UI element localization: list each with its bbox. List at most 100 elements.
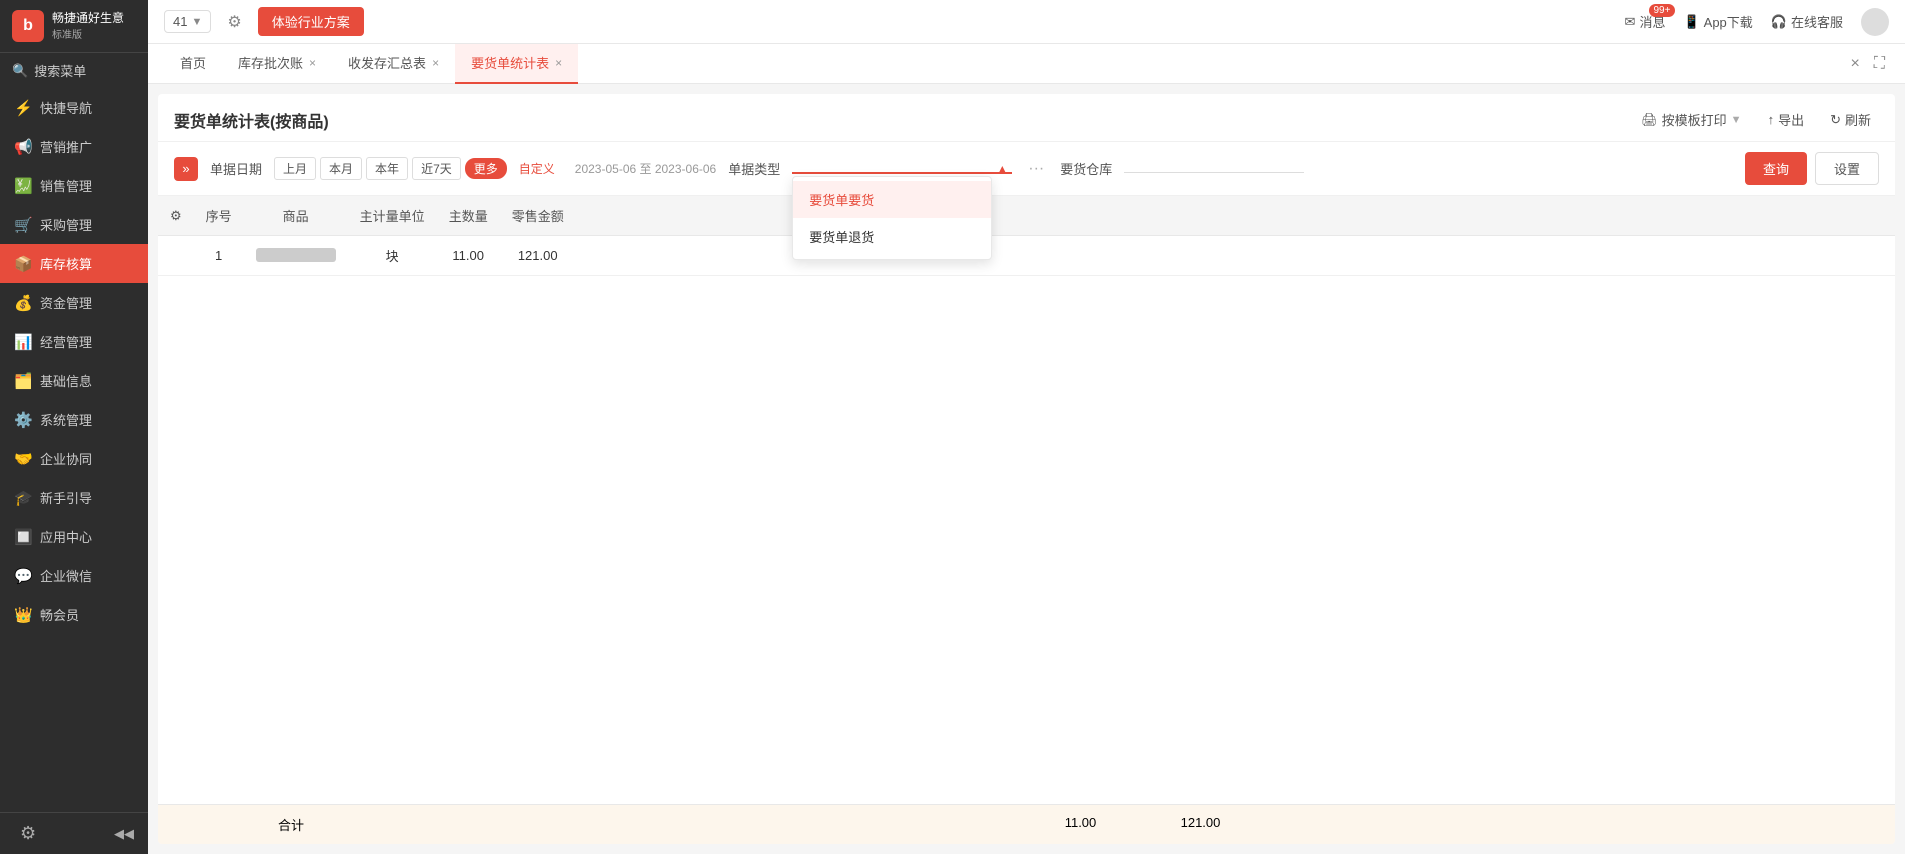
date-shortcuts: 上月 本月 本年 近7天 更多 自定义: [274, 157, 563, 180]
main-area: 41 ▼ ⚙ 体验行业方案 ✉ 消息 99+ 📱 App下载 🎧 在线客服 首页: [148, 0, 1905, 854]
sales-icon: 💹: [14, 177, 32, 195]
footer-total-label: 合计: [278, 818, 304, 833]
table-footer: 合计 11.00 121.00: [158, 804, 1895, 844]
sidebar-label: 应用中心: [40, 527, 92, 546]
tab-home[interactable]: 首页: [164, 44, 222, 84]
purchase-icon: 🛒: [14, 216, 32, 234]
sidebar-item-basic[interactable]: 🗂️ 基础信息: [0, 361, 148, 400]
tab-batch-account-label: 库存批次账: [238, 53, 303, 72]
sidebar-item-quick-nav[interactable]: ⚡ 快捷导航: [0, 88, 148, 127]
footer-amount: 121.00: [1141, 815, 1261, 834]
app-download-label: App下载: [1704, 12, 1753, 31]
sidebar-label: 营销推广: [40, 137, 92, 156]
logo-sub: 标准版: [52, 26, 124, 41]
inventory-icon: 📦: [14, 255, 32, 273]
store-dropdown-icon: ▼: [191, 16, 202, 28]
footer-row: 合计 11.00 121.00: [170, 815, 1883, 834]
message-icon: ✉: [1625, 14, 1636, 30]
this-month-button[interactable]: 本月: [320, 157, 362, 180]
dropdown-item-order-return[interactable]: 要货单退货: [793, 218, 991, 255]
last7days-button[interactable]: 近7天: [412, 157, 461, 180]
cell-settings: [158, 236, 194, 276]
page-inner: 要货单统计表(按商品) 🖨 按模板打印 ▼ ↑ 导出 ↻ 刷新: [158, 94, 1895, 844]
tab-receive-summary-close[interactable]: ×: [432, 56, 439, 70]
system-icon: ⚙️: [14, 411, 32, 429]
sidebar-item-purchase[interactable]: 🛒 采购管理: [0, 205, 148, 244]
tab-order-summary-close[interactable]: ×: [555, 56, 562, 70]
vip-icon: 👑: [14, 606, 32, 624]
tab-batch-account[interactable]: 库存批次账 ×: [222, 44, 332, 84]
tab-receive-summary[interactable]: 收发存汇总表 ×: [332, 44, 455, 84]
sidebar-label: 经营管理: [40, 332, 92, 351]
sidebar-item-system[interactable]: ⚙️ 系统管理: [0, 400, 148, 439]
query-button[interactable]: 查询: [1745, 152, 1807, 185]
tab-expand-button[interactable]: ⛶: [1870, 53, 1889, 75]
sidebar-settings-button[interactable]: ⚙: [14, 821, 42, 846]
sidebar-item-marketing[interactable]: 📢 营销推广: [0, 127, 148, 166]
sidebar-label: 销售管理: [40, 176, 92, 195]
topbar-gear-button[interactable]: ⚙: [221, 10, 247, 34]
cell-unit: 块: [348, 236, 437, 276]
cell-no: 1: [194, 236, 244, 276]
col-header-goods: 商品: [244, 196, 348, 236]
settings-button[interactable]: 设置: [1815, 152, 1879, 185]
sidebar-item-appstore[interactable]: 🔲 应用中心: [0, 517, 148, 556]
sidebar-item-inventory[interactable]: 📦 库存核算: [0, 244, 148, 283]
tab-close-all-button[interactable]: ×: [1846, 53, 1863, 75]
col-header-unit: 主计量单位: [348, 196, 437, 236]
sidebar-item-finance[interactable]: 💰 资金管理: [0, 283, 148, 322]
sidebar-item-guide[interactable]: 🎓 新手引导: [0, 478, 148, 517]
sidebar-item-vip[interactable]: 👑 畅会员: [0, 595, 148, 634]
sidebar-collapse-button[interactable]: ◀◀: [114, 826, 134, 842]
table-row: 1 块 11.00 121.00: [158, 236, 1895, 276]
footer-unit-col: [901, 815, 1021, 834]
sidebar-item-operation[interactable]: 📊 经营管理: [0, 322, 148, 361]
message-badge: 99+: [1649, 4, 1676, 17]
type-select-display[interactable]: [792, 164, 1012, 174]
prev-month-button[interactable]: 上月: [274, 157, 316, 180]
col-header-settings[interactable]: ⚙: [158, 196, 194, 236]
table-header-row: ⚙ 序号 商品 主计量单位 主数量 零售金额: [158, 196, 1895, 236]
message-button[interactable]: ✉ 消息 99+: [1625, 12, 1666, 31]
export-icon: ↑: [1768, 112, 1775, 127]
type-filter-label: 单据类型: [728, 159, 780, 178]
table-wrap: ⚙ 序号 商品 主计量单位 主数量 零售金额 1: [158, 196, 1895, 804]
sidebar-label: 新手引导: [40, 488, 92, 507]
user-avatar[interactable]: [1861, 8, 1889, 36]
col-header-qty: 主数量: [437, 196, 500, 236]
tab-home-label: 首页: [180, 53, 206, 72]
print-icon: 🖨: [1641, 112, 1658, 128]
col-header-no: 序号: [194, 196, 244, 236]
refresh-icon: ↻: [1830, 112, 1841, 128]
footer-label: 合计: [270, 815, 901, 834]
dropdown-item-order-goods[interactable]: 要货单要货: [793, 181, 991, 218]
refresh-button[interactable]: ↻ 刷新: [1822, 106, 1879, 133]
data-table: ⚙ 序号 商品 主计量单位 主数量 零售金额 1: [158, 196, 1895, 276]
sidebar-nav: ⚡ 快捷导航 📢 营销推广 💹 销售管理 🛒 采购管理 📦 库存核算 💰 资金管…: [0, 88, 148, 812]
sidebar-label: 快捷导航: [40, 98, 92, 117]
sidebar-item-cooperation[interactable]: 🤝 企业协同: [0, 439, 148, 478]
warehouse-filter-label: 要货仓库: [1060, 159, 1112, 178]
this-year-button[interactable]: 本年: [366, 157, 408, 180]
search-icon: 🔍: [12, 63, 28, 79]
store-selector[interactable]: 41 ▼: [164, 10, 211, 33]
custom-date-button[interactable]: 自定义: [511, 158, 563, 179]
export-button[interactable]: ↑ 导出: [1760, 106, 1813, 133]
sidebar-item-wechat[interactable]: 💬 企业微信: [0, 556, 148, 595]
warehouse-select[interactable]: [1124, 164, 1304, 173]
print-template-button[interactable]: 🖨 按模板打印 ▼: [1633, 106, 1749, 133]
sidebar-item-sales[interactable]: 💹 销售管理: [0, 166, 148, 205]
page-header-actions: 🖨 按模板打印 ▼ ↑ 导出 ↻ 刷新: [1633, 106, 1879, 133]
tab-batch-account-close[interactable]: ×: [309, 56, 316, 70]
filter-expand-button[interactable]: »: [174, 157, 198, 181]
page-title: 要货单统计表(按商品): [174, 108, 329, 132]
search-menu[interactable]: 🔍 搜索菜单: [0, 53, 148, 88]
trial-plan-button[interactable]: 体验行业方案: [258, 7, 364, 36]
sidebar: b 畅捷通好生意 标准版 🔍 搜索菜单 ⚡ 快捷导航 📢 营销推广 💹 销售管理…: [0, 0, 148, 854]
app-download-button[interactable]: 📱 App下载: [1683, 12, 1752, 31]
online-service-button[interactable]: 🎧 在线客服: [1771, 12, 1843, 31]
filter-more-button[interactable]: ···: [1024, 160, 1048, 178]
tab-order-summary[interactable]: 要货单统计表 ×: [455, 44, 578, 84]
more-dates-button[interactable]: 更多: [465, 158, 507, 179]
col-header-amount: 零售金额: [500, 196, 576, 236]
